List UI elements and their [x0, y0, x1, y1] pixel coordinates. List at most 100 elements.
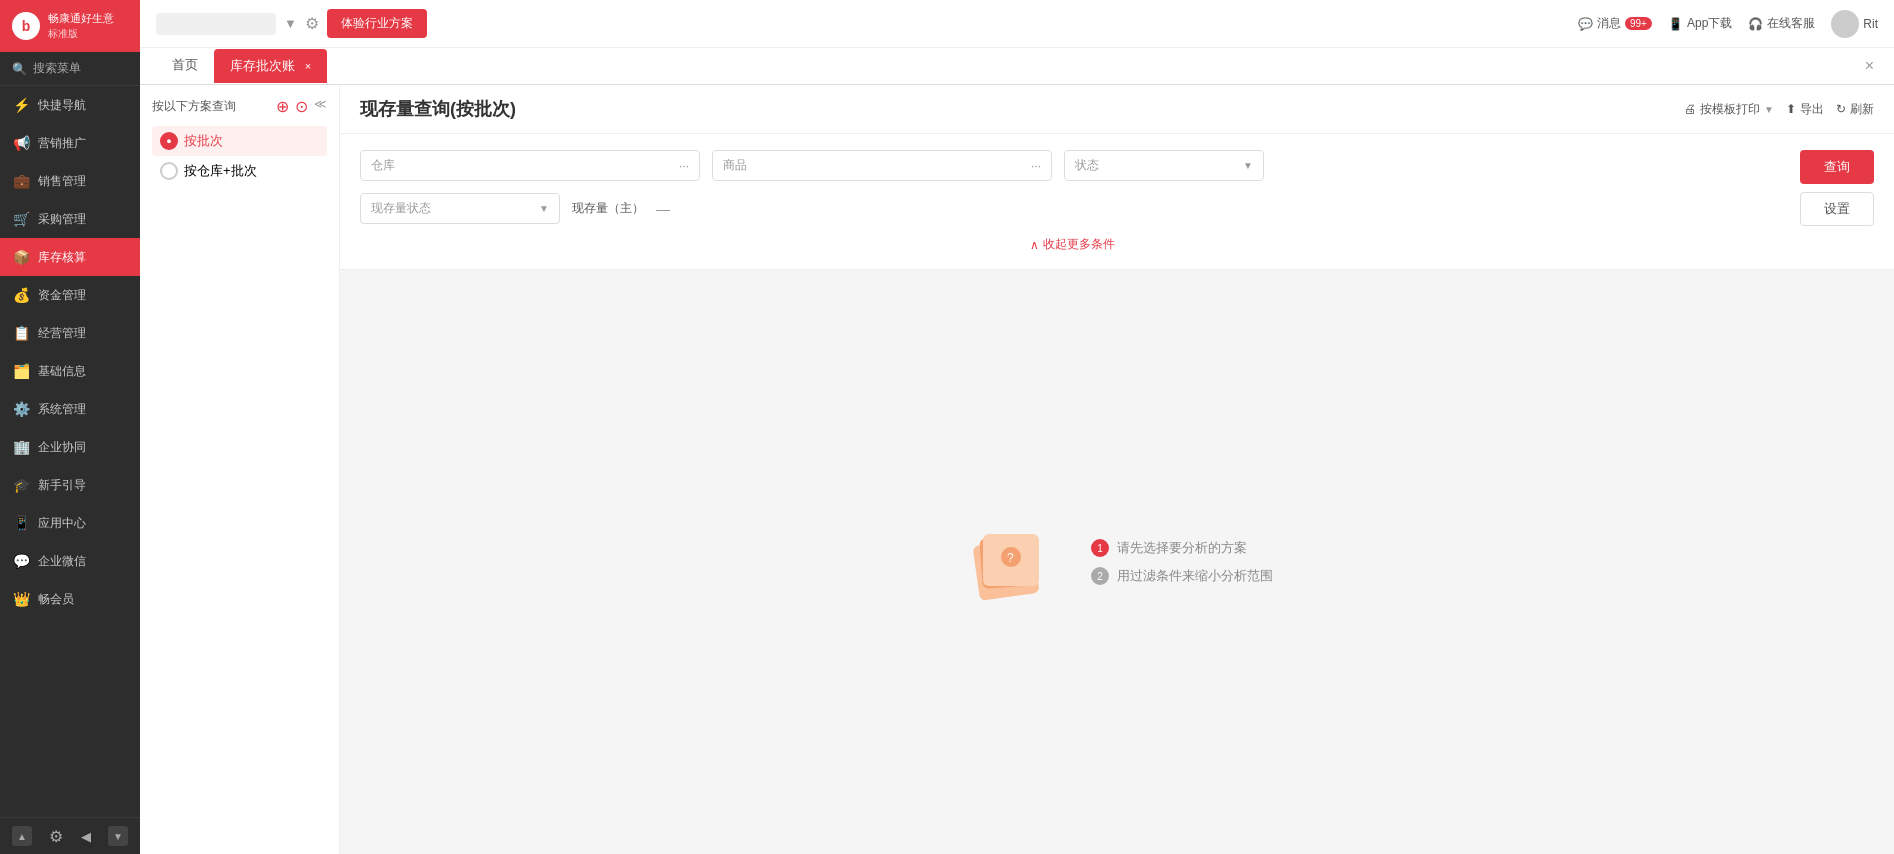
tab-close-icon[interactable]: × [305, 60, 311, 72]
collapse-more-btn[interactable]: ∧ 收起更多条件 [360, 236, 1784, 253]
experience-btn[interactable]: 体验行业方案 [327, 9, 427, 38]
print-dropdown-icon[interactable]: ▼ [1764, 104, 1774, 115]
marketing-icon: 📢 [12, 134, 30, 152]
user-menu-btn[interactable]: Rit [1831, 10, 1878, 38]
sidebar-item-system[interactable]: ⚙️ 系统管理 [0, 390, 140, 428]
footer-settings-icon[interactable]: ⚙ [49, 827, 63, 846]
sidebar-item-apps[interactable]: 📱 应用中心 [0, 504, 140, 542]
sidebar-item-guide[interactable]: 🎓 新手引导 [0, 466, 140, 504]
panel-close-icon[interactable]: × [1861, 53, 1878, 79]
page-header: 现存量查询(按批次) 🖨 按模板打印 ▼ ⬆ 导出 ↻ 刷新 [340, 85, 1894, 134]
member-label: 畅会员 [38, 591, 74, 608]
sidebar-scroll-up[interactable]: ▲ [12, 826, 32, 846]
online-service-btn[interactable]: 🎧 在线客服 [1748, 15, 1815, 32]
header-actions: 🖨 按模板打印 ▼ ⬆ 导出 ↻ 刷新 [1684, 101, 1874, 118]
sidebar-item-inventory[interactable]: 📦 库存核算 [0, 238, 140, 276]
sidebar-item-sales[interactable]: 💼 销售管理 [0, 162, 140, 200]
wechat-label: 企业微信 [38, 553, 86, 570]
sales-icon: 💼 [12, 172, 30, 190]
filter-row-2: 现存量状态 ▼ 现存量（主） — [360, 193, 1784, 224]
sidebar-item-member[interactable]: 👑 畅会员 [0, 580, 140, 618]
warehouse-label: 仓库 [371, 157, 395, 174]
sidebar-item-finance[interactable]: 💰 资金管理 [0, 276, 140, 314]
schema-active-dot: ● [160, 132, 178, 150]
warehouse-filter[interactable]: 仓库 ··· [360, 150, 700, 181]
print-btn[interactable]: 🖨 按模板打印 ▼ [1684, 101, 1774, 118]
empty-illustration: ? [961, 512, 1061, 612]
sidebar-item-enterprise[interactable]: 🏢 企业协同 [0, 428, 140, 466]
operations-label: 经营管理 [38, 325, 86, 342]
stock-status-label: 现存量状态 [371, 200, 431, 217]
sidebar-item-basics[interactable]: 🗂️ 基础信息 [0, 352, 140, 390]
add-schema-icon[interactable]: ⊕ [276, 97, 289, 116]
tab-inventory-batch-label: 库存批次账 [230, 58, 295, 73]
schema-item-batch[interactable]: ● 按批次 [152, 126, 327, 156]
tip-1: 1 请先选择要分析的方案 [1091, 539, 1273, 557]
filter-panel-title: 按以下方案查询 [152, 98, 236, 115]
svg-text:?: ? [1007, 551, 1014, 565]
filter-row-1: 仓库 ··· 商品 ··· 状态 ▼ [360, 150, 1784, 181]
qty-dash: — [656, 201, 670, 217]
phone-icon: 📱 [1668, 17, 1683, 31]
schema-batch-label: 按批次 [184, 132, 223, 150]
headset-icon: 🎧 [1748, 17, 1763, 31]
guide-label: 新手引导 [38, 477, 86, 494]
sidebar-scroll: ⚡ 快捷导航 📢 营销推广 💼 销售管理 🛒 采购管理 📦 库存核算 💰 资金管… [0, 86, 140, 817]
app-download-btn[interactable]: 📱 App下载 [1668, 15, 1732, 32]
shortcuts-label: 快捷导航 [38, 97, 86, 114]
collapse-label: 收起更多条件 [1043, 236, 1115, 253]
filter-conditions: 仓库 ··· 商品 ··· 状态 ▼ [340, 134, 1894, 270]
enterprise-icon: 🏢 [12, 438, 30, 456]
status-dropdown-icon: ▼ [1243, 160, 1253, 171]
finance-label: 资金管理 [38, 287, 86, 304]
sidebar-item-shortcuts[interactable]: ⚡ 快捷导航 [0, 86, 140, 124]
dropdown-arrow-icon[interactable]: ▼ [284, 16, 297, 31]
filter-panel-actions: ⊕ ⊙ ≪ [276, 97, 327, 116]
tab-home[interactable]: 首页 [156, 48, 214, 84]
app-edition: 标准版 [48, 27, 114, 41]
schema-settings-icon[interactable]: ⊙ [295, 97, 308, 116]
sidebar-item-operations[interactable]: 📋 经营管理 [0, 314, 140, 352]
qty-label: 现存量（主） [572, 200, 644, 217]
schema-collapse-icon[interactable]: ≪ [314, 97, 327, 116]
topbar-left: ▼ ⚙ 体验行业方案 [156, 9, 1566, 38]
right-main-area: 现存量查询(按批次) 🖨 按模板打印 ▼ ⬆ 导出 ↻ 刷新 [340, 85, 1894, 854]
settings-gear-icon[interactable]: ⚙ [305, 14, 319, 33]
sidebar-item-marketing[interactable]: 📢 营销推广 [0, 124, 140, 162]
schema-item-warehouse-batch[interactable]: 按仓库+批次 [152, 156, 327, 186]
messages-label: 消息 [1597, 15, 1621, 32]
refresh-btn[interactable]: ↻ 刷新 [1836, 101, 1874, 118]
sidebar-item-purchase[interactable]: 🛒 采购管理 [0, 200, 140, 238]
product-filter[interactable]: 商品 ··· [712, 150, 1052, 181]
refresh-icon: ↻ [1836, 102, 1846, 116]
tip-num-2: 2 [1091, 567, 1109, 585]
messages-badge: 99+ [1625, 17, 1652, 30]
status-label: 状态 [1075, 157, 1099, 174]
breadcrumb-input[interactable] [156, 13, 276, 35]
marketing-label: 营销推广 [38, 135, 86, 152]
tabs-bar: 首页 库存批次账 × × [140, 48, 1894, 85]
status-filter[interactable]: 状态 ▼ [1064, 150, 1264, 181]
tab-inventory-batch[interactable]: 库存批次账 × [214, 49, 327, 83]
sidebar-scroll-down[interactable]: ▼ [108, 826, 128, 846]
settings-button[interactable]: 设置 [1800, 192, 1874, 226]
tip-2: 2 用过滤条件来缩小分析范围 [1091, 567, 1273, 585]
sidebar-item-wechat[interactable]: 💬 企业微信 [0, 542, 140, 580]
finance-icon: 💰 [12, 286, 30, 304]
sidebar-header: b 畅康通好生意 标准版 [0, 0, 140, 52]
product-dots: ··· [1031, 159, 1041, 173]
page-title: 现存量查询(按批次) [360, 97, 516, 121]
sidebar-search[interactable]: 🔍 搜索菜单 [0, 52, 140, 86]
stock-status-filter[interactable]: 现存量状态 ▼ [360, 193, 560, 224]
topbar: ▼ ⚙ 体验行业方案 💬 消息 99+ 📱 App下载 🎧 在线客服 Rit [140, 0, 1894, 48]
messages-btn[interactable]: 💬 消息 99+ [1578, 15, 1652, 32]
apps-icon: 📱 [12, 514, 30, 532]
inventory-icon: 📦 [12, 248, 30, 266]
main-area: ▼ ⚙ 体验行业方案 💬 消息 99+ 📱 App下载 🎧 在线客服 Rit [140, 0, 1894, 854]
query-button[interactable]: 查询 [1800, 150, 1874, 184]
online-service-label: 在线客服 [1767, 15, 1815, 32]
export-btn[interactable]: ⬆ 导出 [1786, 101, 1824, 118]
search-label: 搜索菜单 [33, 60, 81, 77]
footer-collapse-icon[interactable]: ◀ [81, 829, 91, 844]
content-area: 按以下方案查询 ⊕ ⊙ ≪ ● 按批次 按仓库+批次 现存量查询(按批次) [140, 85, 1894, 854]
